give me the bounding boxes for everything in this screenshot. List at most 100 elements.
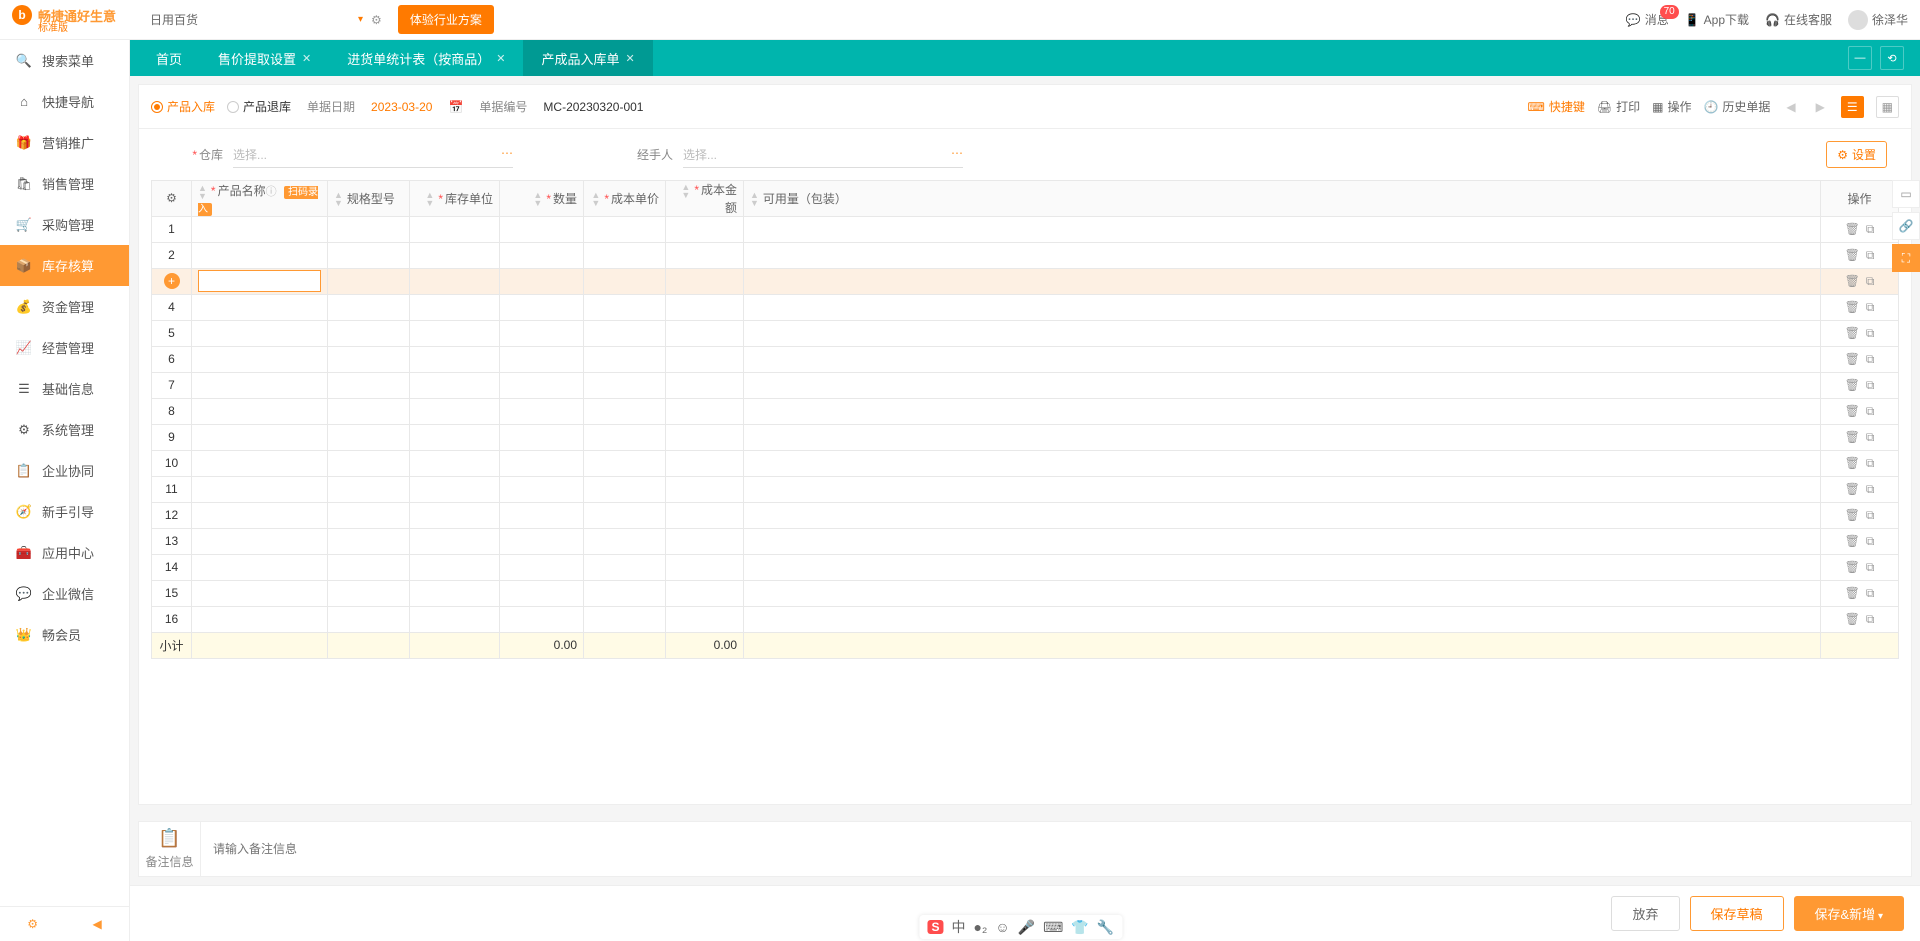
radio-product-out[interactable]: 产品退库 xyxy=(227,98,291,115)
cell-unit[interactable] xyxy=(410,372,500,398)
save-draft-button[interactable]: 保存草稿 xyxy=(1690,896,1784,931)
cell-price[interactable] xyxy=(584,424,666,450)
cell-amount[interactable] xyxy=(666,320,744,346)
table-row[interactable]: 8🗑⧉ xyxy=(152,398,1899,424)
cell-product-name[interactable] xyxy=(192,424,328,450)
cell-price[interactable] xyxy=(584,502,666,528)
delete-row-icon[interactable]: 🗑 xyxy=(1845,612,1860,626)
tab-0[interactable]: 首页 xyxy=(138,40,200,76)
cell-available[interactable] xyxy=(744,502,1821,528)
next-doc-button[interactable]: ▶ xyxy=(1812,100,1829,114)
cell-qty[interactable] xyxy=(500,242,584,268)
cell-price[interactable] xyxy=(584,476,666,502)
delete-row-icon[interactable]: 🗑 xyxy=(1845,482,1860,496)
cell-spec[interactable] xyxy=(328,528,410,554)
cell-qty[interactable] xyxy=(500,502,584,528)
table-row[interactable]: 9🗑⧉ xyxy=(152,424,1899,450)
delete-row-icon[interactable]: 🗑 xyxy=(1845,274,1860,288)
ime-mic-icon[interactable]: 🎤 xyxy=(1018,919,1035,936)
settings-button[interactable]: ⚙ 设置 xyxy=(1826,141,1887,168)
cell-price[interactable] xyxy=(584,450,666,476)
col-available[interactable]: ▲▼可用量（包装） xyxy=(744,181,1821,217)
cell-product-name[interactable] xyxy=(192,320,328,346)
copy-row-icon[interactable]: ⧉ xyxy=(1866,222,1875,236)
right-tool-1[interactable]: ▭ xyxy=(1892,180,1920,208)
cell-spec[interactable] xyxy=(328,554,410,580)
cell-price[interactable] xyxy=(584,372,666,398)
cell-amount[interactable] xyxy=(666,268,744,294)
copy-row-icon[interactable]: ⧉ xyxy=(1866,430,1875,444)
copy-row-icon[interactable]: ⧉ xyxy=(1866,508,1875,522)
delete-row-icon[interactable]: 🗑 xyxy=(1845,248,1860,262)
delete-row-icon[interactable]: 🗑 xyxy=(1845,456,1860,470)
cell-product-name[interactable] xyxy=(192,476,328,502)
cell-available[interactable] xyxy=(744,372,1821,398)
cell-product-name[interactable] xyxy=(192,346,328,372)
copy-row-icon[interactable]: ⧉ xyxy=(1866,248,1875,262)
delete-row-icon[interactable]: 🗑 xyxy=(1845,430,1860,444)
cell-available[interactable] xyxy=(744,320,1821,346)
cell-qty[interactable] xyxy=(500,606,584,632)
cell-product-name[interactable] xyxy=(192,268,328,294)
cell-price[interactable] xyxy=(584,268,666,294)
cell-spec[interactable] xyxy=(328,424,410,450)
sidebar-item-0[interactable]: 🔍搜索菜单 xyxy=(0,40,129,81)
cell-amount[interactable] xyxy=(666,606,744,632)
save-new-button[interactable]: 保存&新增 xyxy=(1794,896,1904,931)
copy-row-icon[interactable]: ⧉ xyxy=(1866,352,1875,366)
sidebar-item-9[interactable]: ⚙系统管理 xyxy=(0,409,129,450)
sidebar-item-6[interactable]: 💰资金管理 xyxy=(0,286,129,327)
app-download-button[interactable]: 📱 App下载 xyxy=(1685,11,1749,28)
delete-row-icon[interactable]: 🗑 xyxy=(1845,508,1860,522)
cell-unit[interactable] xyxy=(410,320,500,346)
cell-spec[interactable] xyxy=(328,450,410,476)
cell-amount[interactable] xyxy=(666,502,744,528)
sidebar-item-8[interactable]: ☰基础信息 xyxy=(0,368,129,409)
table-row[interactable]: 16🗑⧉ xyxy=(152,606,1899,632)
ime-punct-icon[interactable]: ●₂ xyxy=(973,919,987,935)
sidebar-item-4[interactable]: 🛒采购管理 xyxy=(0,204,129,245)
cell-price[interactable] xyxy=(584,398,666,424)
cell-available[interactable] xyxy=(744,294,1821,320)
cell-price[interactable] xyxy=(584,242,666,268)
cell-amount[interactable] xyxy=(666,528,744,554)
cell-available[interactable] xyxy=(744,242,1821,268)
table-row[interactable]: 2🗑⧉ xyxy=(152,242,1899,268)
cell-price[interactable] xyxy=(584,528,666,554)
copy-row-icon[interactable]: ⧉ xyxy=(1866,404,1875,418)
cell-available[interactable] xyxy=(744,424,1821,450)
copy-row-icon[interactable]: ⧉ xyxy=(1866,482,1875,496)
col-product-name[interactable]: ▲▼*产品名称ⓘ 扫码录入 xyxy=(192,181,328,217)
copy-row-icon[interactable]: ⧉ xyxy=(1866,274,1875,288)
table-row[interactable]: 12🗑⧉ xyxy=(152,502,1899,528)
cell-qty[interactable] xyxy=(500,346,584,372)
col-settings[interactable]: ⚙ xyxy=(152,181,192,217)
warehouse-input[interactable]: 选择... xyxy=(233,142,513,168)
close-icon[interactable]: ✕ xyxy=(626,52,635,65)
tab-2[interactable]: 进货单统计表（按商品）✕ xyxy=(329,40,523,76)
delete-row-icon[interactable]: 🗑 xyxy=(1845,352,1860,366)
cell-unit[interactable] xyxy=(410,476,500,502)
tab-minimize-button[interactable]: — xyxy=(1848,46,1872,70)
sidebar-collapse-icon[interactable]: ◀ xyxy=(93,917,102,931)
tab-1[interactable]: 售价提取设置✕ xyxy=(200,40,329,76)
history-button[interactable]: 🕘历史单据 xyxy=(1703,98,1770,115)
sidebar-settings-icon[interactable]: ⚙ xyxy=(27,917,38,931)
col-cost-amount[interactable]: ▲▼*成本金额 xyxy=(666,181,744,217)
delete-row-icon[interactable]: 🗑 xyxy=(1845,404,1860,418)
col-spec[interactable]: ▲▼规格型号 xyxy=(328,181,410,217)
cell-available[interactable] xyxy=(744,268,1821,294)
cell-spec[interactable] xyxy=(328,606,410,632)
copy-row-icon[interactable]: ⧉ xyxy=(1866,586,1875,600)
table-row[interactable]: 13🗑⧉ xyxy=(152,528,1899,554)
delete-row-icon[interactable]: 🗑 xyxy=(1845,326,1860,340)
copy-row-icon[interactable]: ⧉ xyxy=(1866,378,1875,392)
gear-icon[interactable]: ⚙ xyxy=(371,13,382,27)
col-qty[interactable]: ▲▼*数量 xyxy=(500,181,584,217)
cell-unit[interactable] xyxy=(410,528,500,554)
sidebar-item-3[interactable]: 🛍销售管理 xyxy=(0,163,129,204)
sidebar-item-10[interactable]: 📋企业协同 xyxy=(0,450,129,491)
cell-price[interactable] xyxy=(584,554,666,580)
delete-row-icon[interactable]: 🗑 xyxy=(1845,586,1860,600)
cell-unit[interactable] xyxy=(410,294,500,320)
